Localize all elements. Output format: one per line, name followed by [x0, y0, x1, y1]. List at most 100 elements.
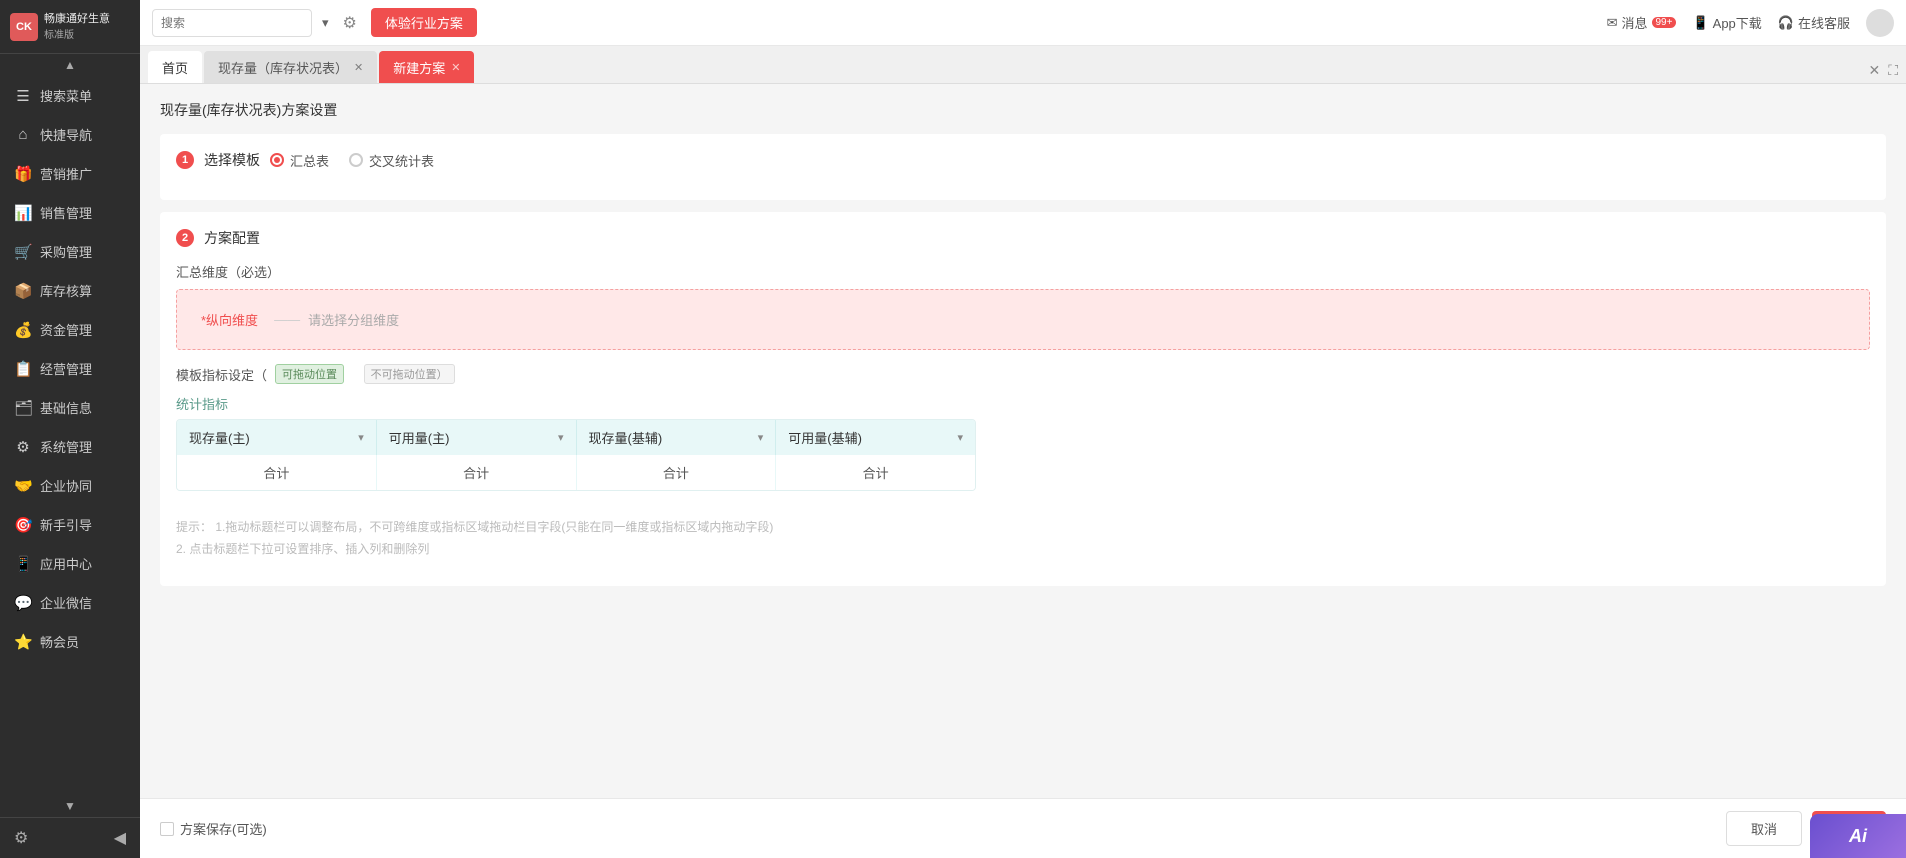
sidebar-item-label: 快捷导航 — [40, 125, 92, 144]
logo-icon: CK — [10, 13, 38, 41]
tab-inventory-close[interactable]: ✕ — [354, 61, 363, 74]
sidebar-item-operations[interactable]: 📋 经营管理 — [0, 349, 140, 388]
content-area: 现存量(库存状况表)方案设置 1 选择模板 汇总表 交叉统计表 — [140, 84, 1906, 798]
tab-new-scheme[interactable]: 新建方案 ✕ — [379, 51, 474, 83]
body-cell-0-1: 合计 — [377, 455, 577, 490]
online-service-button[interactable]: 🎧 在线客服 — [1778, 13, 1850, 32]
non-draggable-label: 不可拖动位置） — [364, 364, 455, 384]
system-icon: ⚙ — [14, 438, 32, 456]
sidebar-scroll-up[interactable]: ▲ — [0, 54, 140, 76]
sidebar-item-purchase[interactable]: 🛒 采购管理 — [0, 232, 140, 271]
sidebar-item-guide[interactable]: 🎯 新手引导 — [0, 505, 140, 544]
header-label-0: 现存量(主) — [189, 428, 250, 447]
sidebar-item-inventory[interactable]: 📦 库存核算 — [0, 271, 140, 310]
user-avatar[interactable] — [1866, 9, 1894, 37]
hint-line-2: 2. 点击标题栏下拉可设置排序、插入列和删除列 — [176, 539, 1870, 561]
messages-label: 消息 — [1621, 13, 1647, 32]
tabbar: 首页 现存量（库存状况表） ✕ 新建方案 ✕ ✕ ⛶ — [140, 46, 1906, 84]
ai-float-button[interactable]: Ai — [1810, 814, 1906, 858]
search-input[interactable] — [152, 9, 312, 37]
header-cell-3[interactable]: 可用量(基辅) ▾ — [776, 420, 975, 455]
header-label-2: 现存量(基辅) — [589, 428, 663, 447]
collapse-icon[interactable]: ◀ — [114, 828, 126, 848]
required-dimension-row: *纵向维度 —— 请选择分组维度 — [201, 310, 1845, 329]
save-option[interactable]: 方案保存(可选) — [160, 819, 267, 838]
body-cell-0-2: 合计 — [577, 455, 777, 490]
chevron-down-icon-1: ▾ — [558, 431, 564, 444]
sidebar-item-member[interactable]: ⭐ 畅会员 — [0, 622, 140, 661]
trial-button[interactable]: 体验行业方案 — [371, 8, 477, 37]
sidebar-item-marketing[interactable]: 🎁 营销推广 — [0, 154, 140, 193]
indicator-config-label: 模板指标设定（ — [176, 365, 267, 384]
chevron-down-icon-2: ▾ — [758, 431, 764, 444]
aggregate-dimension-label: 汇总维度（必选） — [176, 262, 1870, 281]
radio-summary-dot — [270, 153, 284, 167]
sidebar-logo: CK 畅康通好生意 标准版 — [0, 0, 140, 54]
cancel-button[interactable]: 取消 — [1726, 811, 1802, 846]
messages-button[interactable]: ✉ 消息 99+ — [1607, 13, 1677, 32]
search-menu-icon: ☰ — [14, 87, 32, 105]
dropdown-arrow: ▾ — [322, 15, 329, 31]
save-checkbox[interactable] — [160, 822, 174, 836]
sales-icon: 📊 — [14, 204, 32, 222]
top-dropdown[interactable]: ▾ — [322, 15, 329, 31]
operations-icon: 📋 — [14, 360, 32, 378]
tab-window-controls: ✕ ⛶ — [1868, 62, 1906, 83]
sidebar-item-app-center[interactable]: 📱 应用中心 — [0, 544, 140, 583]
sidebar-item-quick-nav[interactable]: ⌂ 快捷导航 — [0, 115, 140, 154]
tab-home-label: 首页 — [162, 58, 188, 77]
company-icon: 🤝 — [14, 477, 32, 495]
hint-text-2: 2. 点击标题栏下拉可设置排序、插入列和删除列 — [176, 539, 429, 561]
sidebar-item-label: 库存核算 — [40, 281, 92, 300]
inventory-icon: 📦 — [14, 282, 32, 300]
radio-cross[interactable]: 交叉统计表 — [349, 151, 434, 170]
header-cell-0[interactable]: 现存量(主) ▾ — [177, 420, 377, 455]
app-download-icon: 📱 — [1692, 15, 1708, 31]
gear-icon[interactable]: ⚙ — [343, 13, 357, 33]
hint-line-1: 提示： 1.拖动标题栏可以调整布局，不可跨维度或指标区域拖动栏目字段(只能在同一… — [176, 517, 1870, 539]
stats-table: 现存量(主) ▾ 可用量(主) ▾ 现存量(基辅) ▾ 可用量(基辅) — [176, 419, 976, 491]
close-window-button[interactable]: ✕ — [1868, 62, 1880, 79]
stats-table-body: 合计 合计 合计 合计 — [177, 455, 975, 490]
radio-summary[interactable]: 汇总表 — [270, 151, 329, 170]
sidebar-scroll-down[interactable]: ▼ — [0, 795, 140, 817]
sidebar-bottom: ⚙ ◀ — [0, 817, 140, 858]
step2-section: 2 方案配置 汇总维度（必选） *纵向维度 —— 请选择分组维度 模板指标设定（… — [160, 212, 1886, 586]
sidebar-item-label: 经营管理 — [40, 359, 92, 378]
hint-text-1: 提示： 1.拖动标题栏可以调整布局，不可跨维度或指标区域拖动栏目字段(只能在同一… — [176, 517, 773, 539]
step1-header: 1 选择模板 汇总表 交叉统计表 — [176, 150, 1870, 170]
sidebar-item-wechat[interactable]: 💬 企业微信 — [0, 583, 140, 622]
settings-icon[interactable]: ⚙ — [14, 828, 28, 848]
tab-new-scheme-close[interactable]: ✕ — [451, 61, 460, 74]
sidebar-item-sales[interactable]: 📊 销售管理 — [0, 193, 140, 232]
finance-icon: 💰 — [14, 321, 32, 339]
save-label: 方案保存(可选) — [180, 819, 267, 838]
step1-badge: 1 — [176, 151, 194, 169]
logo-text: 畅康通好生意 — [44, 12, 110, 26]
sidebar: CK 畅康通好生意 标准版 ▲ ☰ 搜索菜单 ⌂ 快捷导航 🎁 营销推广 📊 销… — [0, 0, 140, 858]
logo-sub: 标准版 — [44, 26, 110, 41]
indicator-config-row: 模板指标设定（ 可拖动位置 不可拖动位置） — [176, 364, 1870, 384]
sidebar-item-label: 资金管理 — [40, 320, 92, 339]
chevron-down-icon-0: ▾ — [358, 431, 364, 444]
sidebar-item-company[interactable]: 🤝 企业协同 — [0, 466, 140, 505]
step2-title: 方案配置 — [204, 228, 260, 248]
sidebar-item-label: 系统管理 — [40, 437, 92, 456]
ai-label: Ai — [1849, 826, 1867, 847]
sidebar-item-label: 销售管理 — [40, 203, 92, 222]
sidebar-item-finance[interactable]: 💰 资金管理 — [0, 310, 140, 349]
tab-home[interactable]: 首页 — [148, 51, 202, 83]
guide-icon: 🎯 — [14, 516, 32, 534]
header-cell-2[interactable]: 现存量(基辅) ▾ — [577, 420, 777, 455]
sidebar-item-system[interactable]: ⚙ 系统管理 — [0, 427, 140, 466]
app-center-icon: 📱 — [14, 555, 32, 573]
tab-inventory-status[interactable]: 现存量（库存状况表） ✕ — [204, 51, 377, 83]
sidebar-item-search-menu[interactable]: ☰ 搜索菜单 — [0, 76, 140, 115]
header-cell-1[interactable]: 可用量(主) ▾ — [377, 420, 577, 455]
headset-icon: 🎧 — [1778, 15, 1794, 31]
sidebar-item-label: 采购管理 — [40, 242, 92, 261]
sidebar-item-basic-info[interactable]: 🗂 基础信息 — [0, 388, 140, 427]
expand-window-button[interactable]: ⛶ — [1888, 62, 1898, 79]
required-area[interactable]: *纵向维度 —— 请选择分组维度 — [176, 289, 1870, 350]
app-download-button[interactable]: 📱 App下载 — [1692, 13, 1761, 32]
